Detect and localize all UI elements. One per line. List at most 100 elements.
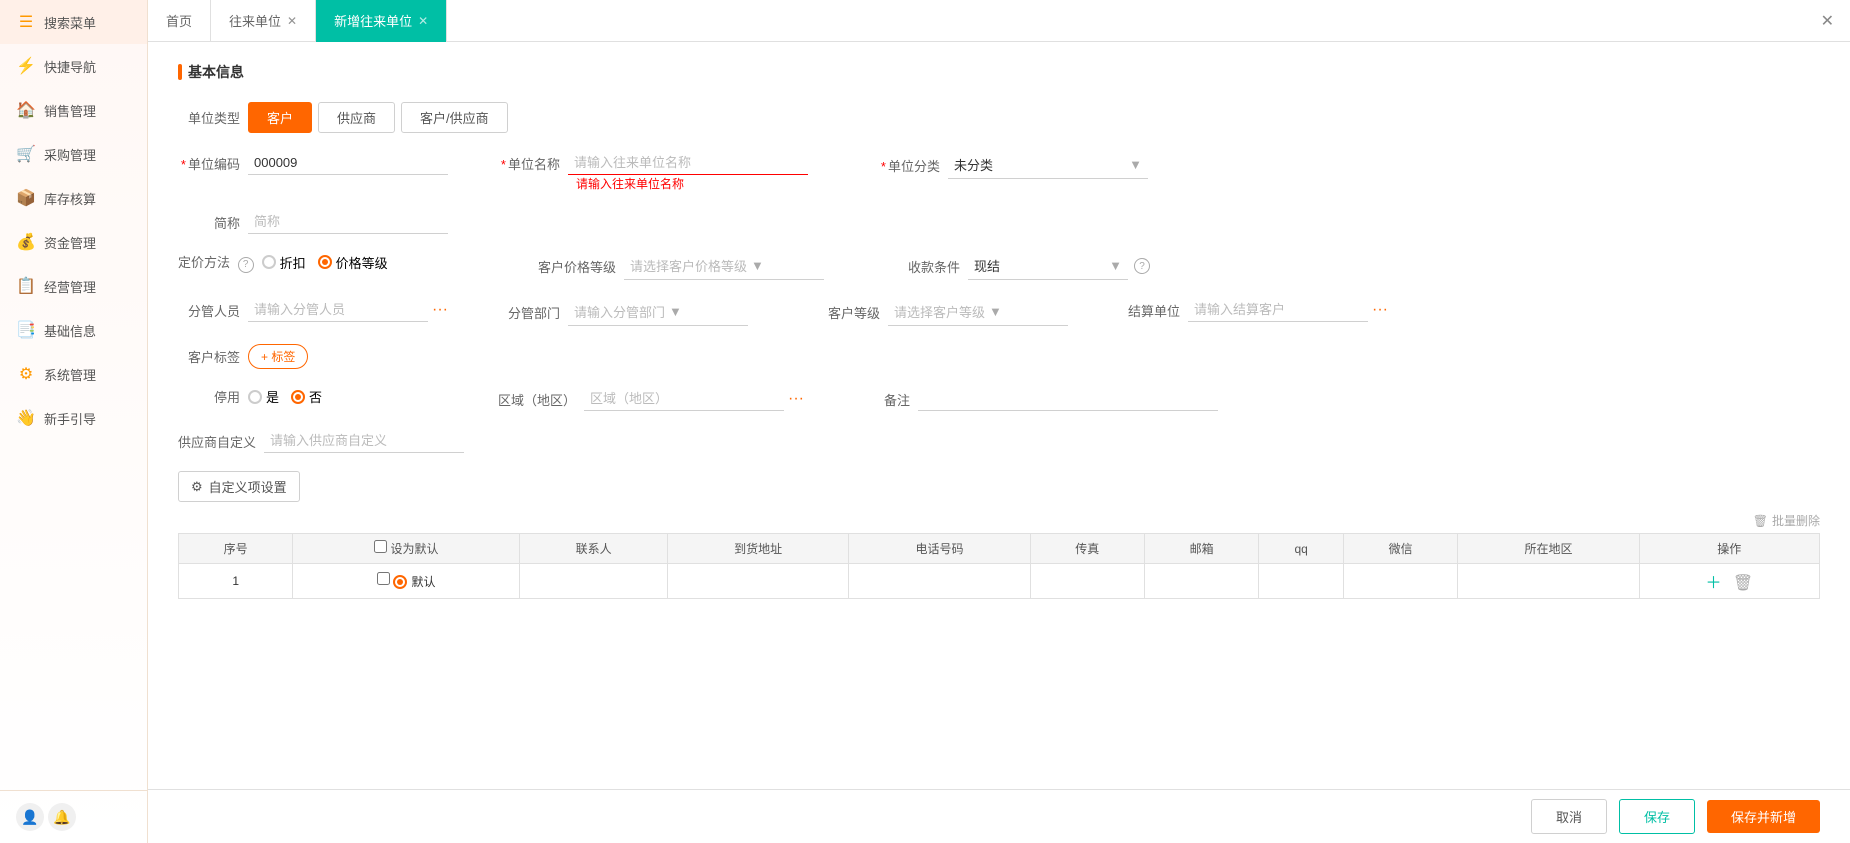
disabled-yes[interactable]: 是: [248, 387, 279, 406]
unit-name-input[interactable]: [568, 151, 808, 175]
sidebar-item-sales[interactable]: 🏠 销售管理: [0, 88, 147, 132]
sidebar-item-basicinfo[interactable]: 📑 基础信息: [0, 308, 147, 352]
manager-field: 分管人员 ···: [178, 298, 478, 322]
remark-input[interactable]: [918, 387, 1218, 411]
row-address: [668, 564, 849, 599]
payment-terms-select[interactable]: 现结 ▼: [968, 252, 1128, 280]
notification-icon[interactable]: 🔔: [48, 803, 76, 831]
batch-delete-icon: 🗑: [1753, 514, 1768, 528]
table-row: 1 默认: [179, 564, 1820, 599]
pricing-help-icon[interactable]: ?: [238, 257, 254, 273]
pricing-discount[interactable]: 折扣: [262, 253, 306, 272]
tab-contacts-close[interactable]: ✕: [287, 14, 297, 28]
type-btn-both[interactable]: 客户/供应商: [401, 102, 508, 133]
sidebar-item-label: 采购管理: [44, 145, 96, 164]
tags-field: 客户标签 + 标签: [178, 344, 1820, 369]
col-wechat: 微信: [1343, 534, 1457, 564]
discount-radio: [262, 255, 276, 269]
sidebar-item-search[interactable]: ☰ 搜索菜单: [0, 0, 147, 44]
row-default-radio[interactable]: 默认: [393, 573, 435, 590]
bottom-bar: 取消 保存 保存并新增: [148, 789, 1850, 843]
sidebar-item-label: 销售管理: [44, 101, 96, 120]
payment-caret-icon: ▼: [1109, 258, 1122, 273]
supplier-custom-label: 供应商自定义: [178, 432, 264, 451]
type-btn-customer[interactable]: 客户: [248, 102, 312, 133]
cancel-button[interactable]: 取消: [1531, 799, 1607, 834]
batch-delete-btn[interactable]: 🗑 批量删除: [1753, 512, 1820, 529]
user-avatar[interactable]: 👤: [16, 803, 44, 831]
sidebar-item-sys[interactable]: ⚙ 系统管理: [0, 352, 147, 396]
finance-icon: 💰: [16, 232, 36, 252]
newbie-icon: 👋: [16, 408, 36, 428]
short-name-field: 简称: [178, 210, 458, 234]
row-delete-btn[interactable]: 🗑: [1733, 575, 1753, 592]
table-header: 序号 设为默认 联系人 到货地址 电话号码 传真 邮箱 qq 微信 所在地区 操…: [179, 534, 1820, 564]
custom-settings-btn[interactable]: ⚙ 自定义项设置: [178, 471, 300, 502]
unit-type-label: 单位类型: [178, 108, 248, 127]
manager-more-btn[interactable]: ···: [428, 301, 452, 319]
dept-select[interactable]: 请输入分管部门 ▼: [568, 298, 748, 326]
row-seq: 1: [179, 564, 293, 599]
sidebar-item-newbie[interactable]: 👋 新手引导: [0, 396, 147, 440]
tab-contacts[interactable]: 往来单位 ✕: [211, 0, 316, 42]
close-all-tabs[interactable]: ✕: [1805, 11, 1850, 31]
select-all-checkbox[interactable]: [374, 540, 387, 553]
unit-code-input[interactable]: [248, 151, 448, 175]
dept-caret-icon: ▼: [669, 304, 682, 319]
customer-level-select[interactable]: 请选择客户等级 ▼: [888, 298, 1068, 326]
customer-level-field: 客户等级 请选择客户等级 ▼: [818, 298, 1098, 326]
pricing-level[interactable]: 价格等级: [318, 253, 388, 272]
tab-new-contact[interactable]: 新增往来单位 ✕: [316, 0, 447, 42]
supplier-custom-input[interactable]: [264, 429, 464, 453]
region-input[interactable]: [584, 387, 784, 411]
disabled-label: 停用: [178, 387, 248, 406]
row-checkbox[interactable]: [377, 572, 390, 585]
type-btn-supplier[interactable]: 供应商: [318, 102, 395, 133]
unit-category-select[interactable]: 未分类 ▼: [948, 151, 1148, 179]
tab-new-contact-close[interactable]: ✕: [418, 14, 428, 28]
sidebar-item-purchase[interactable]: 🛒 采购管理: [0, 132, 147, 176]
col-action: 操作: [1639, 534, 1819, 564]
save-button[interactable]: 保存: [1619, 799, 1695, 834]
unit-type-field: 单位类型 客户 供应商 客户/供应商: [178, 102, 1820, 133]
pricing-row: 定价方法 ? 折扣 价格等级 客户价格: [178, 252, 1820, 280]
section-header: 基本信息: [178, 62, 1820, 82]
sidebar-item-finance[interactable]: 💰 资金管理: [0, 220, 147, 264]
payment-help-icon[interactable]: ?: [1134, 258, 1150, 274]
unit-code-label: *单位编码: [178, 154, 248, 173]
add-tag-btn[interactable]: + 标签: [248, 344, 308, 369]
col-seq: 序号: [179, 534, 293, 564]
unit-category-field: *单位分类 未分类 ▼: [878, 151, 1158, 179]
sidebar-item-inventory[interactable]: 📦 库存核算: [0, 176, 147, 220]
sidebar-item-label: 库存核算: [44, 189, 96, 208]
sidebar-item-ops[interactable]: 📋 经营管理: [0, 264, 147, 308]
manager-input[interactable]: [248, 298, 428, 322]
section-bar: [178, 64, 182, 80]
row-qq: [1259, 564, 1344, 599]
row-actions: ＋ 🗑: [1639, 564, 1819, 599]
settle-unit-input[interactable]: [1188, 298, 1368, 322]
disabled-no[interactable]: 否: [291, 387, 322, 406]
customer-price-level-select[interactable]: 请选择客户价格等级 ▼: [624, 252, 824, 280]
settle-unit-more-btn[interactable]: ···: [1368, 301, 1392, 319]
sidebar-item-quicknav[interactable]: ⚡ 快捷导航: [0, 44, 147, 88]
unit-type-btn-group: 客户 供应商 客户/供应商: [248, 102, 508, 133]
region-field: 区域（地区） ···: [498, 387, 808, 411]
short-name-input[interactable]: [248, 210, 448, 234]
unit-code-field: *单位编码: [178, 151, 458, 175]
unit-name-field: *单位名称 请输入往来单位名称: [498, 151, 838, 192]
section-title: 基本信息: [188, 62, 244, 82]
settle-unit-label: 结算单位: [1118, 301, 1188, 320]
row-add-btn[interactable]: ＋: [1705, 575, 1721, 592]
supplier-custom-row: 供应商自定义: [178, 429, 1820, 453]
pricing-method-field: 定价方法 ? 折扣 价格等级: [178, 252, 498, 273]
col-address: 到货地址: [668, 534, 849, 564]
row-email: [1144, 564, 1258, 599]
tab-home[interactable]: 首页: [148, 0, 211, 42]
form-content: 基本信息 单位类型 客户 供应商 客户/供应商 *单位编码 *单位名称: [148, 42, 1850, 789]
customer-price-level-label: 客户价格等级: [538, 257, 624, 276]
sidebar-item-label: 搜索菜单: [44, 13, 96, 32]
region-more-btn[interactable]: ···: [784, 390, 808, 408]
short-name-label: 简称: [178, 213, 248, 232]
save-new-button[interactable]: 保存并新增: [1707, 800, 1820, 833]
